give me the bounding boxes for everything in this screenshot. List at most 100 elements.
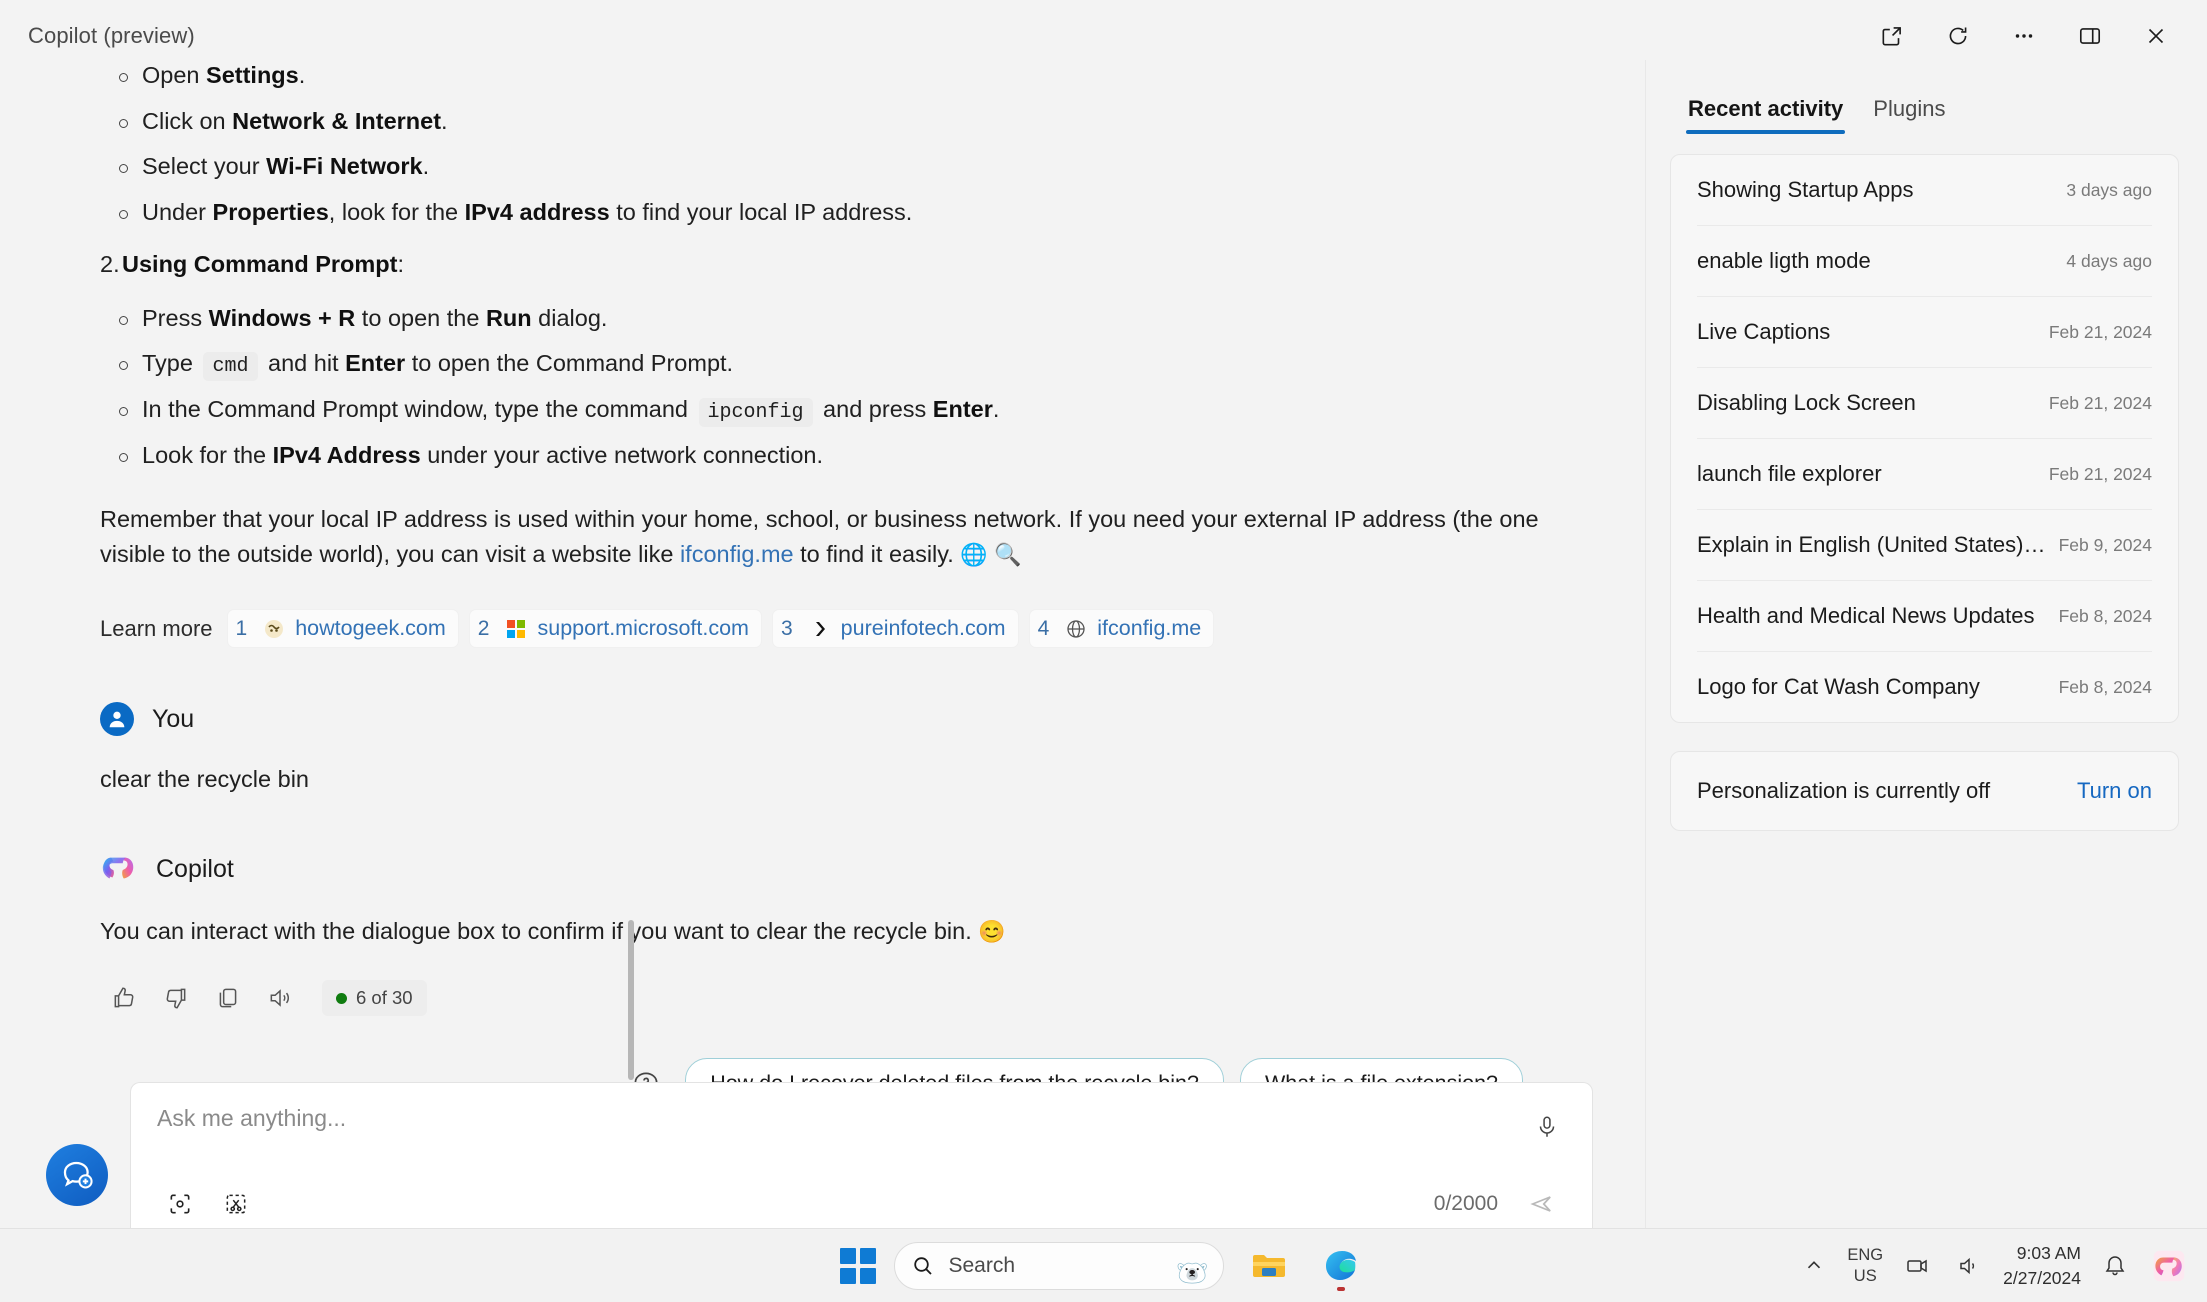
list-item[interactable]: Disabling Lock Screen Feb 21, 2024 [1697, 368, 2152, 439]
microphone-icon [1539, 1116, 1555, 1137]
list-item[interactable]: Explain in English (United States): LTPO… [1697, 510, 2152, 581]
text: . [298, 62, 306, 88]
avatar [100, 702, 134, 737]
language-code: ENG [1847, 1245, 1884, 1264]
message-composer[interactable]: Ask me anything... 0/2000 [130, 1082, 1593, 1242]
citation-link[interactable]: 3 pureinfotech.com [771, 609, 1019, 649]
citation-domain: support.microsoft.com [537, 616, 749, 641]
copilot-window: Copilot (preview) Open Settings. Click o… [0, 0, 2207, 1302]
send-button[interactable] [1518, 1183, 1566, 1225]
list-item[interactable]: Showing Startup Apps 3 days ago [1697, 155, 2152, 226]
chevron-up-icon [1808, 1260, 1821, 1268]
thumbs-down-button[interactable] [152, 976, 200, 1020]
conversation-scroll-area[interactable]: Open Settings. Click on Network & Intern… [0, 60, 1645, 1228]
language-indicator[interactable]: ENG US [1847, 1245, 1883, 1286]
microphone-button[interactable] [1524, 1105, 1570, 1149]
emphasis: Run [485, 304, 532, 331]
copilot-icon [2153, 1250, 2185, 1281]
activity-time: 4 days ago [2066, 250, 2152, 271]
conversation-scrollbar[interactable] [627, 60, 635, 1228]
text: . [422, 153, 430, 180]
microsoft-favicon [505, 618, 527, 640]
emphasis: Settings [206, 62, 299, 88]
text: Open [142, 62, 207, 88]
screenshot-snip-icon [226, 1194, 246, 1214]
ifconfig-link[interactable]: ifconfig.me [680, 541, 794, 567]
turn-on-personalization-link[interactable]: Turn on [2077, 778, 2152, 804]
clock[interactable]: 9:03 AM 2/27/2024 [2003, 1241, 2081, 1290]
personalization-card: Personalization is currently off Turn on [1670, 751, 2179, 831]
start-icon-tile [839, 1267, 856, 1284]
list-item[interactable]: Health and Medical News Updates Feb 8, 2… [1697, 581, 2152, 652]
text: . [441, 107, 448, 134]
scrollbar-thumb[interactable] [628, 920, 634, 1080]
emphasis: Network & Internet [232, 107, 442, 134]
clock-time: 9:03 AM [2016, 1243, 2081, 1263]
copy-button[interactable] [204, 976, 252, 1020]
file-explorer-button[interactable] [1242, 1239, 1296, 1293]
speaker-icon [1960, 1257, 1975, 1274]
close-button[interactable] [2123, 11, 2189, 61]
bell-notification-icon [2105, 1255, 2125, 1275]
list-item: Select your Wi-Fi Network. [100, 151, 1585, 183]
screenshot-snip-button[interactable] [213, 1183, 259, 1225]
search-input[interactable]: Search [949, 1254, 1016, 1278]
right-sidebar: Recent activity Plugins Showing Startup … [1645, 60, 2207, 1228]
visual-search-button[interactable] [157, 1183, 203, 1225]
tab-recent-activity[interactable]: Recent activity [1678, 88, 1857, 138]
volume-button[interactable] [1951, 1248, 1987, 1284]
active-app-indicator [1336, 1286, 1345, 1291]
thumbs-down-icon [166, 988, 186, 1009]
text: to open the [355, 304, 486, 331]
new-chat-button[interactable] [46, 1144, 108, 1206]
new-chat-icon [63, 1161, 93, 1189]
text: Look for the [142, 442, 273, 469]
copilot-taskbar-button[interactable] [2149, 1246, 2189, 1286]
speaker-icon [270, 989, 289, 1007]
answer-sublist-1: Open Settings. Click on Network & Intern… [100, 60, 1585, 229]
activity-title: Live Captions [1697, 319, 1831, 344]
polar-bear-icon: 🐻‍❄️ [1176, 1257, 1209, 1288]
start-icon-tile [859, 1267, 876, 1284]
user-message: You clear the recycle bin [100, 702, 1585, 796]
text: to open the Command Prompt. [405, 350, 734, 377]
pureinfotech-favicon [809, 618, 831, 640]
list-item[interactable]: Live Captions Feb 21, 2024 [1697, 297, 2152, 368]
citation-index: 2 [477, 616, 490, 640]
list-item: In the Command Prompt window, type the c… [100, 394, 1585, 428]
show-hidden-icons-button[interactable] [1797, 1249, 1831, 1283]
citation-domain: ifconfig.me [1097, 616, 1202, 641]
list-item[interactable]: launch file explorer Feb 21, 2024 [1697, 439, 2152, 510]
learn-more-label: Learn more [100, 615, 213, 641]
copy-icon [219, 988, 237, 1008]
taskbar-search[interactable]: Search 🐻‍❄️ [893, 1241, 1224, 1290]
notifications-button[interactable] [2097, 1248, 2133, 1284]
open-in-browser-button[interactable] [1859, 11, 1925, 61]
citation-link[interactable]: 1 howtogeek.com [226, 609, 459, 649]
activity-time: Feb 8, 2024 [2058, 605, 2152, 626]
activity-title: Health and Medical News Updates [1697, 603, 2035, 628]
microsoft-edge-button[interactable] [1314, 1239, 1368, 1293]
emphasis: IPv4 address [464, 199, 610, 226]
assistant-message-header: Copilot [100, 850, 1585, 888]
list-item[interactable]: Logo for Cat Wash Company Feb 8, 2024 [1697, 652, 2152, 722]
toggle-sidebar-button[interactable] [2057, 11, 2123, 61]
visual-search-icon [170, 1194, 190, 1214]
network-button[interactable] [1899, 1248, 1935, 1284]
citation-link[interactable]: 2 support.microsoft.com [468, 609, 762, 649]
tab-plugins[interactable]: Plugins [1863, 88, 1959, 138]
activity-time: Feb 21, 2024 [2048, 463, 2152, 484]
start-button[interactable] [839, 1247, 876, 1284]
list-item: Open Settings. [100, 60, 1585, 92]
citation-link[interactable]: 4 ifconfig.me [1028, 609, 1215, 649]
refresh-button[interactable] [1925, 11, 1991, 61]
more-options-button[interactable] [1991, 11, 2057, 61]
list-item[interactable]: enable ligth mode 4 days ago [1697, 226, 2152, 297]
thumbs-up-button[interactable] [100, 976, 148, 1020]
text: and hit [261, 350, 346, 377]
close-icon [2148, 28, 2164, 44]
message-input[interactable]: Ask me anything... [157, 1105, 1566, 1132]
read-aloud-button[interactable] [256, 976, 304, 1020]
assistant-message: Copilot You can interact with the dialog… [100, 850, 1585, 1020]
globe-icon: 🌐 [960, 541, 988, 567]
